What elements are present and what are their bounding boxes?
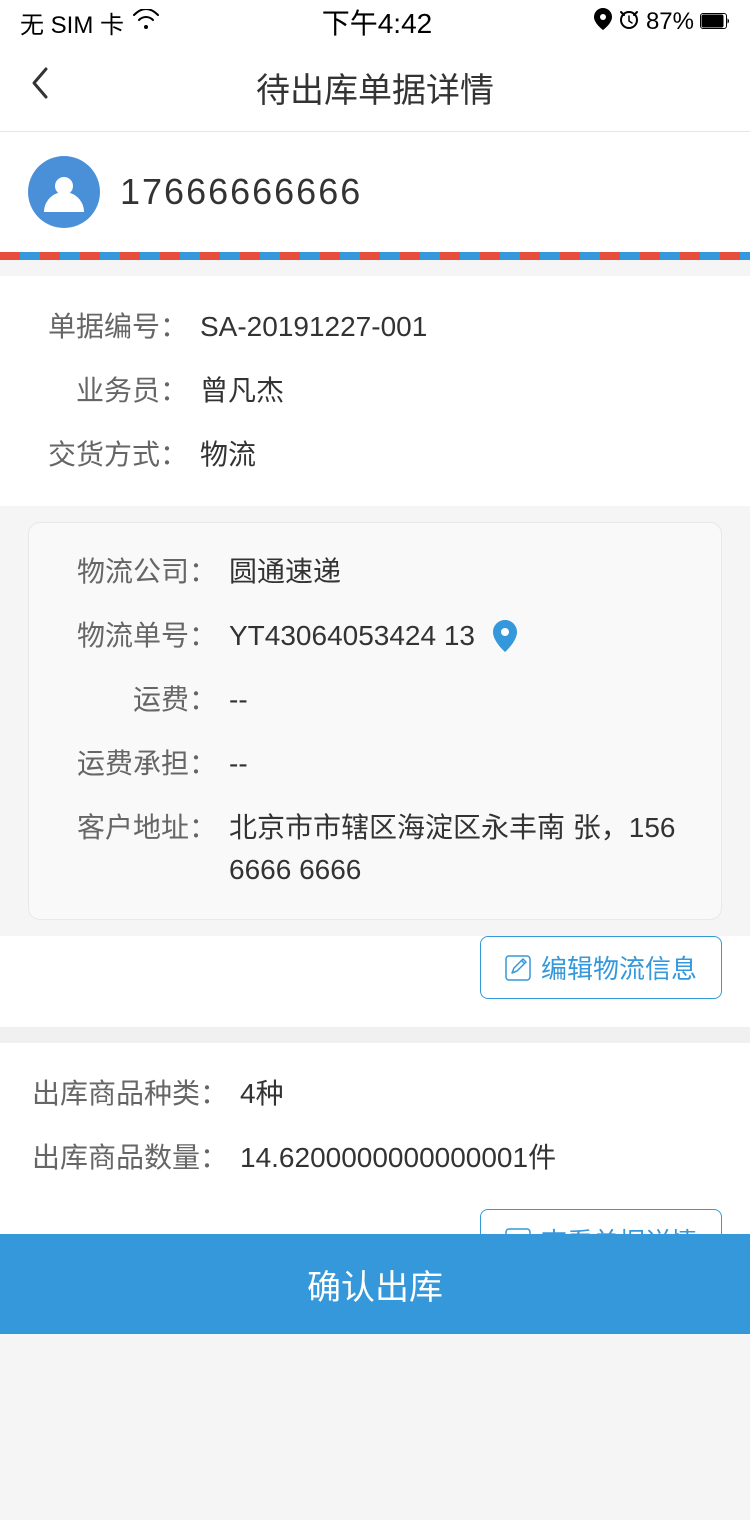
sales-person-value: 曾凡杰 [188, 370, 722, 412]
tracking-label: 物流单号： [57, 615, 217, 657]
freight-bearer-row: 运费承担： -- [57, 743, 693, 785]
order-number-value: SA-20191227-001 [188, 306, 722, 348]
goods-types-label: 出库商品种类： [28, 1073, 228, 1115]
page-title: 待出库单据详情 [256, 63, 494, 112]
dashed-divider [0, 252, 750, 260]
goods-quantity-row: 出库商品数量： 14.6200000000000001件 [28, 1137, 722, 1179]
logistics-company-value: 圆通速递 [217, 551, 693, 593]
freight-value: -- [217, 679, 693, 721]
confirm-outbound-button[interactable]: 确认出库 [0, 1234, 750, 1334]
logistics-card: 物流公司： 圆通速递 物流单号： YT43064053424 13 运费： --… [28, 522, 722, 920]
edit-logistics-label: 编辑物流信息 [541, 949, 697, 986]
goods-quantity-label: 出库商品数量： [28, 1137, 228, 1179]
freight-label: 运费： [57, 679, 217, 721]
status-right: 87% [594, 8, 730, 37]
delivery-value: 物流 [188, 434, 722, 476]
edit-logistics-row: 编辑物流信息 [0, 936, 750, 1027]
goods-quantity-value: 14.6200000000000001件 [228, 1137, 722, 1179]
sales-person-row: 业务员： 曾凡杰 [28, 370, 722, 412]
freight-row: 运费： -- [57, 679, 693, 721]
goods-types-value: 4种 [228, 1073, 722, 1115]
battery-text: 87% [646, 8, 694, 36]
tracking-location-button[interactable] [487, 618, 523, 654]
status-time: 下午4:42 [322, 2, 433, 42]
freight-bearer-value: -- [217, 743, 693, 785]
phone-header: 17666666666 [0, 132, 750, 252]
carrier-text: 无 SIM 卡 [20, 5, 124, 40]
section-divider [0, 1027, 750, 1043]
delivery-row: 交货方式： 物流 [28, 434, 722, 476]
edit-icon [505, 955, 531, 981]
status-left: 无 SIM 卡 [20, 5, 160, 40]
tracking-value-wrap: YT43064053424 13 [217, 615, 693, 657]
goods-types-row: 出库商品种类： 4种 [28, 1073, 722, 1115]
order-info-section: 单据编号： SA-20191227-001 业务员： 曾凡杰 交货方式： 物流 [0, 276, 750, 506]
nav-bar: 待出库单据详情 [0, 44, 750, 132]
battery-icon [700, 8, 730, 36]
avatar [28, 156, 100, 228]
tracking-row: 物流单号： YT43064053424 13 [57, 615, 693, 657]
sales-person-label: 业务员： [28, 370, 188, 412]
address-row: 客户地址： 北京市市辖区海淀区永丰南 张，156 6666 6666 [57, 807, 693, 891]
logistics-company-label: 物流公司： [57, 551, 217, 593]
address-value: 北京市市辖区海淀区永丰南 张，156 6666 6666 [217, 807, 693, 891]
address-label: 客户地址： [57, 807, 217, 849]
freight-bearer-label: 运费承担： [57, 743, 217, 785]
delivery-label: 交货方式： [28, 434, 188, 476]
order-number-label: 单据编号： [28, 306, 188, 348]
location-icon [594, 8, 612, 37]
back-button[interactable] [28, 65, 52, 110]
order-number-row: 单据编号： SA-20191227-001 [28, 306, 722, 348]
wifi-icon [132, 8, 160, 36]
edit-logistics-button[interactable]: 编辑物流信息 [480, 936, 722, 999]
alarm-icon [618, 8, 640, 37]
phone-number: 17666666666 [120, 171, 362, 213]
tracking-number: YT43064053424 13 [229, 615, 475, 657]
logistics-company-row: 物流公司： 圆通速递 [57, 551, 693, 593]
confirm-btn-label: 确认出库 [307, 1260, 443, 1309]
goods-section: 出库商品种类： 4种 出库商品数量： 14.6200000000000001件 [0, 1043, 750, 1209]
status-bar: 无 SIM 卡 下午4:42 87% [0, 0, 750, 44]
